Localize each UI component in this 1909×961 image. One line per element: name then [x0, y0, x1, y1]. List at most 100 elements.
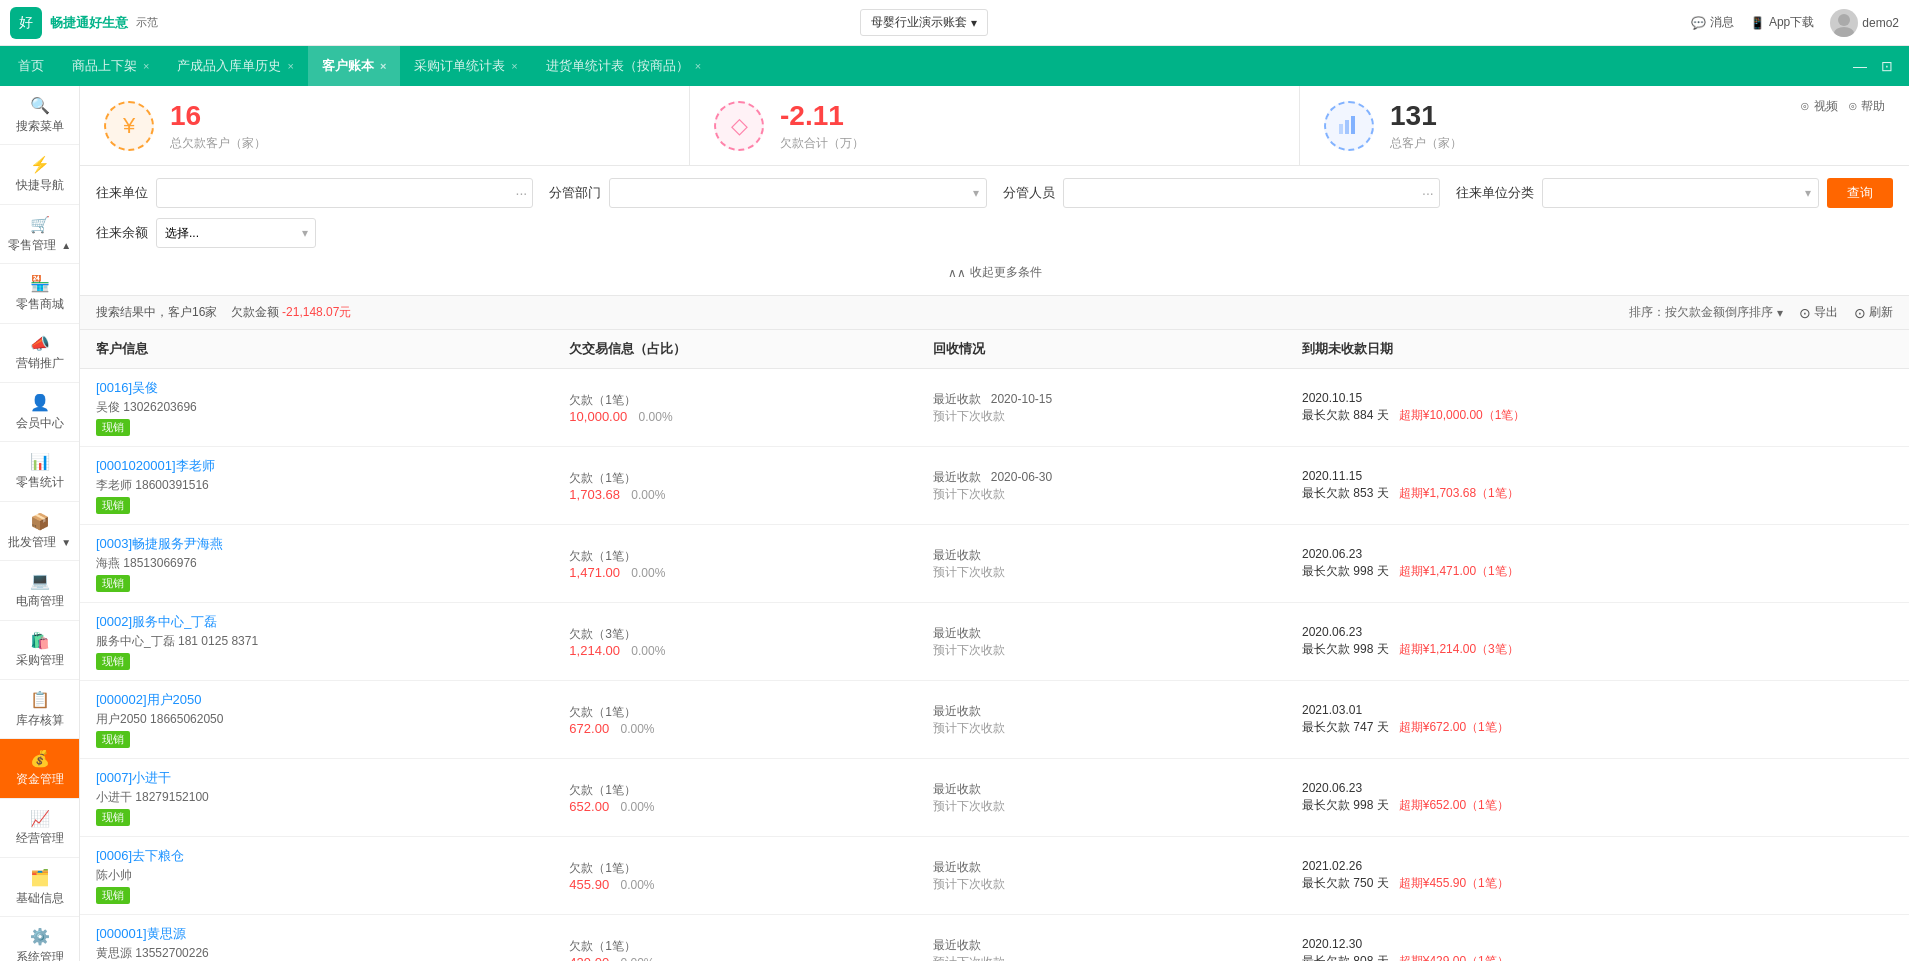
app-icon: 📱 [1750, 16, 1765, 30]
sidebar-item-retail-mgmt[interactable]: 🛒 零售管理 ▲ [0, 205, 79, 264]
debt-amount-6[interactable]: 455.90 [569, 877, 609, 892]
sort-select[interactable]: 排序：按欠款金额倒序排序 ▾ [1629, 304, 1783, 321]
cell-due-date-5: 2020.06.23 最长欠款 998 天 超期¥652.00（1笔） [1286, 759, 1909, 837]
dept-select[interactable] [609, 178, 986, 208]
sidebar-item-quick-nav[interactable]: ⚡ 快捷导航 [0, 145, 79, 204]
customer-name-2[interactable]: [0003]畅捷服务尹海燕 [96, 535, 537, 553]
nav-tabs: 首页 商品上下架 × 产成品入库单历史 × 客户账本 × 采购订单统计表 × 进… [0, 46, 1909, 86]
sidebar-item-batch-mgmt[interactable]: 📦 批发管理 ▼ [0, 502, 79, 561]
help-btn[interactable]: ⊙ 帮助 [1848, 98, 1885, 115]
customer-name-5[interactable]: [0007]小进干 [96, 769, 537, 787]
inventory-icon: 📋 [30, 690, 50, 711]
message-btn[interactable]: 💬 消息 [1691, 14, 1734, 31]
tab-customer-account[interactable]: 客户账本 × [308, 46, 400, 86]
total-customers-label: 总客户（家） [1390, 135, 1784, 152]
sidebar-item-retail-store[interactable]: 🏪 零售商城 [0, 264, 79, 323]
nav-minimize-icon[interactable]: — [1849, 56, 1871, 76]
balance-select[interactable]: 选择... 全部 欠款 预付 [156, 218, 316, 248]
sidebar-item-member[interactable]: 👤 会员中心 [0, 383, 79, 442]
cell-due-date-3: 2020.06.23 最长欠款 998 天 超期¥1,214.00（3笔） [1286, 603, 1909, 681]
overdue-text-1[interactable]: 超期¥1,703.68（1笔） [1399, 486, 1519, 500]
owed-total-icon: ◇ [714, 101, 764, 151]
sidebar-item-base-info[interactable]: 🗂️ 基础信息 [0, 858, 79, 917]
close-tab-product-shelf[interactable]: × [143, 60, 149, 72]
customer-name-4[interactable]: [000002]用户2050 [96, 691, 537, 709]
customer-badge-5: 现销 [96, 809, 130, 826]
customer-name-6[interactable]: [0006]去下粮仓 [96, 847, 537, 865]
person-input[interactable] [1063, 178, 1440, 208]
overdue-text-4[interactable]: 超期¥672.00（1笔） [1399, 720, 1509, 734]
sidebar-item-ops[interactable]: 📈 经营管理 [0, 799, 79, 858]
sidebar-item-ecommerce[interactable]: 💻 电商管理 [0, 561, 79, 620]
col-debt-info: 欠交易信息（占比） [553, 330, 916, 369]
debt-amount-1[interactable]: 1,703.68 [569, 487, 620, 502]
person-dots[interactable]: ··· [1422, 185, 1434, 201]
sidebar-item-sys-mgmt[interactable]: ⚙️ 系统管理 [0, 917, 79, 961]
source-unit-dots[interactable]: ··· [516, 185, 528, 201]
tab-inventory-stats[interactable]: 进货单统计表（按商品） × [532, 46, 715, 86]
customer-name-7[interactable]: [000001]黄思源 [96, 925, 537, 943]
sidebar-item-finance[interactable]: 💰 资金管理 [0, 739, 79, 798]
debt-amount-7[interactable]: 429.00 [569, 955, 609, 962]
balance-label: 往来余额 [96, 224, 148, 242]
close-tab-purchase-order[interactable]: × [511, 60, 517, 72]
overdue-text-6[interactable]: 超期¥455.90（1笔） [1399, 876, 1509, 890]
sidebar-item-inventory[interactable]: 📋 库存核算 [0, 680, 79, 739]
debt-amount-2[interactable]: 1,471.00 [569, 565, 620, 580]
close-tab-inventory-stats[interactable]: × [695, 60, 701, 72]
search-button[interactable]: 查询 [1827, 178, 1893, 208]
refresh-btn[interactable]: ⊙ 刷新 [1854, 304, 1893, 321]
debt-amount-4[interactable]: 672.00 [569, 721, 609, 736]
svg-rect-4 [1351, 116, 1355, 134]
collapse-row[interactable]: ∧∧ 收起更多条件 [96, 258, 1893, 283]
debt-percent-4: 0.00% [620, 722, 654, 736]
debt-count-4: 欠款（1笔） [569, 704, 900, 721]
due-date-0: 2020.10.15 [1302, 391, 1893, 405]
latest-label-3: 最近收款 [933, 625, 1270, 642]
due-date-4: 2021.03.01 [1302, 703, 1893, 717]
store-selector[interactable]: 母婴行业演示账套 ▾ [860, 9, 988, 36]
owed-customers-number: 16 [170, 99, 665, 133]
unit-category-select-wrap: ▾ [1542, 178, 1819, 208]
debt-amount-5[interactable]: 652.00 [569, 799, 609, 814]
customer-name-3[interactable]: [0002]服务中心_丁磊 [96, 613, 537, 631]
latest-label-1: 最近收款 2020-06-30 [933, 469, 1270, 486]
debt-count-1: 欠款（1笔） [569, 470, 900, 487]
customer-name-1[interactable]: [0001020001]李老师 [96, 457, 537, 475]
sidebar-item-marketing[interactable]: 📣 营销推广 [0, 324, 79, 383]
user-menu[interactable]: demo2 [1830, 9, 1899, 37]
sidebar-item-search-menu[interactable]: 🔍 搜索菜单 [0, 86, 79, 145]
nav-maximize-icon[interactable]: ⊡ [1877, 56, 1897, 76]
video-help-btn[interactable]: ⊙ 视频 [1800, 98, 1837, 115]
next-collect-2: 预计下次收款 [933, 564, 1270, 581]
overdue-text-7[interactable]: 超期¥429.00（1笔） [1399, 954, 1509, 961]
tab-purchase-order-label: 采购订单统计表 [414, 57, 505, 75]
close-tab-customer-account[interactable]: × [380, 60, 386, 72]
stats-bar: ¥ 16 总欠款客户（家） ◇ -2.11 欠款合计（万） [80, 86, 1909, 166]
header-right: 💬 消息 📱 App下载 demo2 [1691, 9, 1899, 37]
overdue-text-2[interactable]: 超期¥1,471.00（1笔） [1399, 564, 1519, 578]
debt-amount-3[interactable]: 1,214.00 [569, 643, 620, 658]
overdue-text-0[interactable]: 超期¥10,000.00（1笔） [1399, 408, 1526, 422]
export-btn[interactable]: ⊙ 导出 [1799, 304, 1838, 321]
sidebar-item-purchase[interactable]: 🛍️ 采购管理 [0, 621, 79, 680]
cell-debt-info-5: 欠款（1笔） 652.00 0.00% [553, 759, 916, 837]
source-unit-input[interactable] [156, 178, 533, 208]
close-tab-product-history[interactable]: × [287, 60, 293, 72]
result-bar-right: 排序：按欠款金额倒序排序 ▾ ⊙ 导出 ⊙ 刷新 [1629, 304, 1893, 321]
customer-name-0[interactable]: [0016]吴俊 [96, 379, 537, 397]
app-download-btn[interactable]: 📱 App下载 [1750, 14, 1814, 31]
unit-category-select[interactable] [1542, 178, 1819, 208]
tab-home[interactable]: 首页 [4, 46, 58, 86]
cell-collection-2: 最近收款 预计下次收款 [917, 525, 1286, 603]
tab-product-history-label: 产成品入库单历史 [177, 57, 281, 75]
overdue-text-5[interactable]: 超期¥652.00（1笔） [1399, 798, 1509, 812]
overdue-text-3[interactable]: 超期¥1,214.00（3笔） [1399, 642, 1519, 656]
debt-amount-0[interactable]: 10,000.00 [569, 409, 627, 424]
cell-collection-4: 最近收款 预计下次收款 [917, 681, 1286, 759]
tab-product-history[interactable]: 产成品入库单历史 × [163, 46, 307, 86]
tab-purchase-order[interactable]: 采购订单统计表 × [400, 46, 531, 86]
sidebar-item-retail-stats[interactable]: 📊 零售统计 [0, 442, 79, 501]
tab-product-shelf[interactable]: 商品上下架 × [58, 46, 163, 86]
purchase-icon: 🛍️ [30, 631, 50, 652]
